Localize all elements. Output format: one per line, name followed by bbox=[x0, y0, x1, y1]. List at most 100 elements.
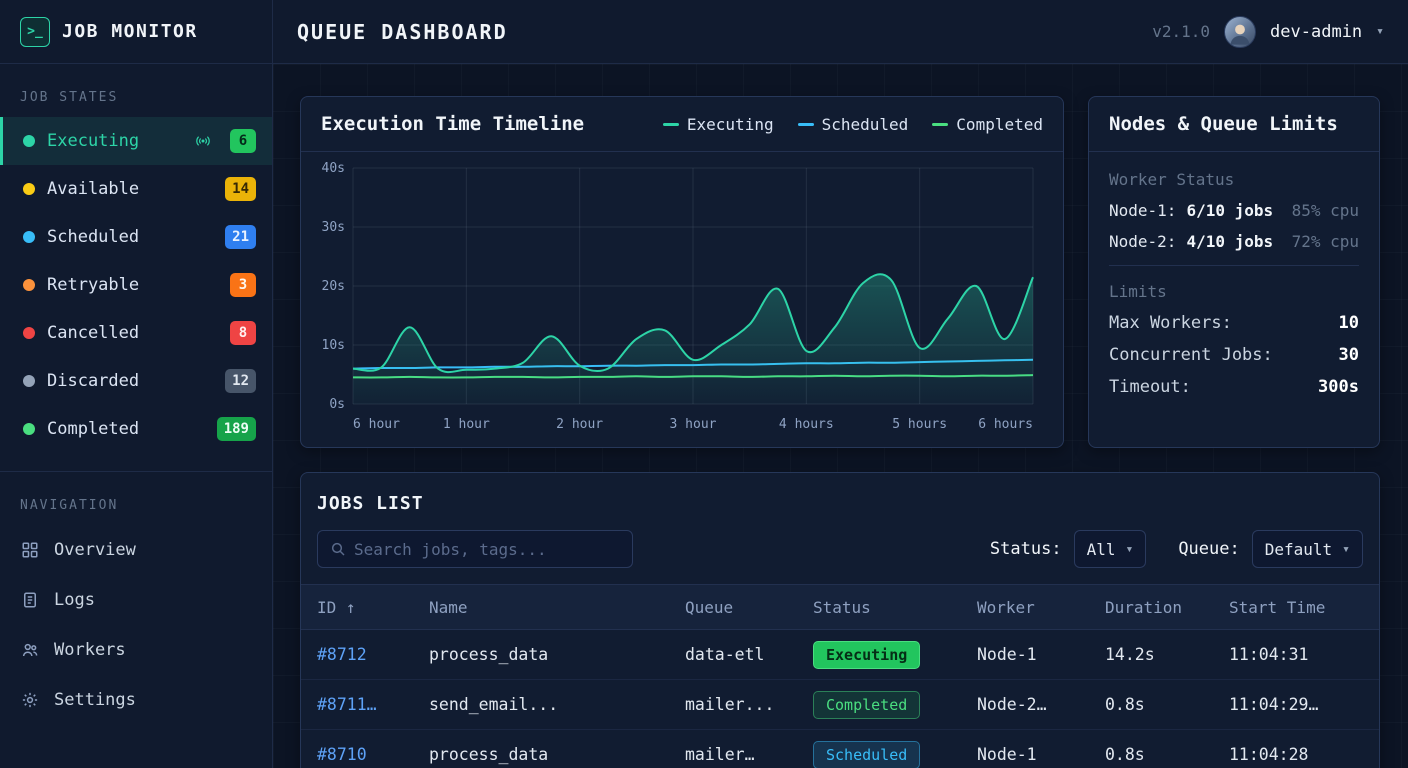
chevron-down-icon: ▾ bbox=[1125, 541, 1134, 557]
job-id-link[interactable]: #8710 bbox=[317, 745, 429, 764]
column-header-name[interactable]: Name bbox=[429, 598, 685, 617]
limit-label: Max Workers: bbox=[1109, 313, 1232, 333]
job-worker: Node-1 bbox=[977, 645, 1037, 664]
limit-label: Concurrent Jobs: bbox=[1109, 345, 1273, 365]
search-input[interactable] bbox=[354, 539, 620, 559]
sidebar-item-logs[interactable]: Logs bbox=[0, 575, 272, 625]
job-id-link[interactable]: #8711… bbox=[317, 695, 429, 714]
worker-cpu: 72% cpu bbox=[1291, 232, 1359, 251]
sidebar-item-discarded[interactable]: Discarded 12 bbox=[0, 357, 272, 405]
svg-text:6 hours: 6 hours bbox=[978, 417, 1033, 432]
worker-row-node-2: Node-2: 4/10 jobs 72% cpu bbox=[1109, 232, 1359, 251]
state-dot bbox=[23, 231, 35, 243]
chevron-down-icon: ▾ bbox=[1342, 541, 1350, 557]
nav-label: Workers bbox=[54, 640, 126, 660]
table-row[interactable]: #8712 process_data data-etl Executing No… bbox=[301, 630, 1379, 680]
chevron-down-icon: ▾ bbox=[1376, 24, 1384, 39]
svg-text:5 hours: 5 hours bbox=[892, 417, 947, 432]
legend-swatch bbox=[662, 122, 679, 126]
worker-cpu: 85% cpu bbox=[1291, 201, 1359, 220]
limit-value: 10 bbox=[1338, 313, 1359, 333]
topbar: QUEUE DASHBOARD v2.1.0 dev-admin ▾ bbox=[273, 0, 1408, 64]
users-icon bbox=[20, 641, 40, 659]
job-id-link[interactable]: #8712 bbox=[317, 645, 429, 664]
sidebar-item-scheduled[interactable]: Scheduled 21 bbox=[0, 213, 272, 261]
job-states-header: JOB STATES bbox=[20, 90, 119, 105]
legend-item-completed[interactable]: Completed bbox=[932, 115, 1043, 134]
column-header-queue[interactable]: Queue bbox=[685, 598, 813, 617]
sidebar-item-executing[interactable]: Executing 6 bbox=[0, 117, 272, 165]
app-title: JOB MONITOR bbox=[62, 21, 198, 42]
nodes-card: Nodes & Queue Limits Worker Status Node-… bbox=[1088, 96, 1380, 448]
state-label: Retryable bbox=[47, 275, 140, 295]
job-start-time: 11:04:31 bbox=[1229, 645, 1309, 664]
sidebar-item-workers[interactable]: Workers bbox=[0, 625, 272, 675]
terminal-icon: >_ bbox=[20, 16, 50, 47]
svg-text:40s: 40s bbox=[322, 161, 345, 176]
sidebar-item-completed[interactable]: Completed 189 bbox=[0, 405, 272, 453]
job-duration: 0.8s bbox=[1105, 695, 1145, 714]
state-count-badge: 12 bbox=[225, 369, 256, 393]
column-header-status[interactable]: Status bbox=[813, 598, 977, 617]
jobs-list-card: JOBS LIST Status: All ▾ Queue: bbox=[300, 472, 1380, 768]
column-header-duration[interactable]: Duration bbox=[1105, 598, 1229, 617]
state-label: Scheduled bbox=[47, 227, 140, 247]
limit-row-concurrent-jobs: Concurrent Jobs: 30 bbox=[1109, 345, 1359, 365]
timeline-chart: 0s 10s 20s 30s 40s 6 hour 1 hour 2 hour 3 hour 4 … bbox=[301, 152, 1063, 442]
job-start-time: 11:04:29… bbox=[1229, 695, 1319, 714]
sidebar-item-overview[interactable]: Overview bbox=[0, 525, 272, 575]
column-header-id[interactable]: ID ↑ bbox=[317, 598, 429, 617]
job-duration: 14.2s bbox=[1105, 645, 1155, 664]
sidebar-item-retryable[interactable]: Retryable 3 bbox=[0, 261, 272, 309]
job-worker: Node-2… bbox=[977, 695, 1047, 714]
timeline-card-title: Execution Time Timeline bbox=[321, 113, 585, 135]
nav-label: Settings bbox=[54, 690, 136, 710]
worker-name: Node-2: bbox=[1109, 232, 1177, 251]
state-dot bbox=[23, 135, 35, 147]
state-count-badge: 3 bbox=[230, 273, 256, 297]
legend-item-scheduled[interactable]: Scheduled bbox=[797, 115, 908, 134]
sidebar-item-cancelled[interactable]: Cancelled 8 bbox=[0, 309, 272, 357]
svg-text:1 hour: 1 hour bbox=[443, 417, 490, 432]
table-row[interactable]: #8711… send_email... mailer... Completed… bbox=[301, 680, 1379, 730]
state-label: Cancelled bbox=[47, 323, 140, 343]
job-name: process_data bbox=[429, 645, 549, 664]
state-dot bbox=[23, 375, 35, 387]
legend-swatch bbox=[797, 122, 814, 126]
legend-swatch bbox=[932, 122, 949, 126]
svg-text:30s: 30s bbox=[322, 220, 345, 235]
svg-text:4 hours: 4 hours bbox=[779, 417, 834, 432]
user-menu[interactable]: dev-admin bbox=[1270, 22, 1362, 42]
state-label: Available bbox=[47, 179, 140, 199]
version-label: v2.1.0 bbox=[1152, 22, 1211, 41]
table-row[interactable]: #8710 process_data mailer… Scheduled Nod… bbox=[301, 730, 1379, 768]
column-header-worker[interactable]: Worker bbox=[977, 598, 1105, 617]
job-duration: 0.8s bbox=[1105, 745, 1145, 764]
status-badge: Scheduled bbox=[813, 740, 921, 768]
page-title: QUEUE DASHBOARD bbox=[297, 19, 508, 44]
avatar[interactable] bbox=[1224, 15, 1257, 48]
sidebar-item-settings[interactable]: Settings bbox=[0, 675, 272, 725]
search-box bbox=[317, 530, 633, 568]
status-filter-value: All bbox=[1086, 539, 1116, 559]
status-badge: Completed bbox=[813, 690, 921, 719]
grid-icon bbox=[20, 541, 40, 559]
document-icon bbox=[20, 591, 40, 609]
state-count-badge: 189 bbox=[216, 417, 256, 441]
status-filter-select[interactable]: All ▾ bbox=[1073, 530, 1147, 568]
worker-jobs: 6/10 jobs bbox=[1186, 201, 1274, 220]
sidebar-item-available[interactable]: Available 14 bbox=[0, 165, 272, 213]
legend-item-executing[interactable]: Executing bbox=[662, 115, 774, 134]
navigation-header: NAVIGATION bbox=[20, 498, 119, 513]
state-label: Executing bbox=[47, 131, 140, 151]
gear-icon bbox=[20, 691, 40, 709]
queue-filter-select[interactable]: Default ▾ bbox=[1251, 530, 1363, 568]
jobs-list-title: JOBS LIST bbox=[317, 493, 424, 514]
nodes-card-title: Nodes & Queue Limits bbox=[1109, 113, 1338, 135]
app-logo: >_ JOB MONITOR bbox=[0, 0, 272, 64]
broadcast-icon bbox=[194, 132, 212, 150]
queue-filter-label: Queue: bbox=[1178, 539, 1240, 559]
state-count-badge: 8 bbox=[230, 321, 256, 345]
column-header-start-time[interactable]: Start Time bbox=[1229, 598, 1379, 617]
state-count-badge: 6 bbox=[230, 129, 256, 153]
